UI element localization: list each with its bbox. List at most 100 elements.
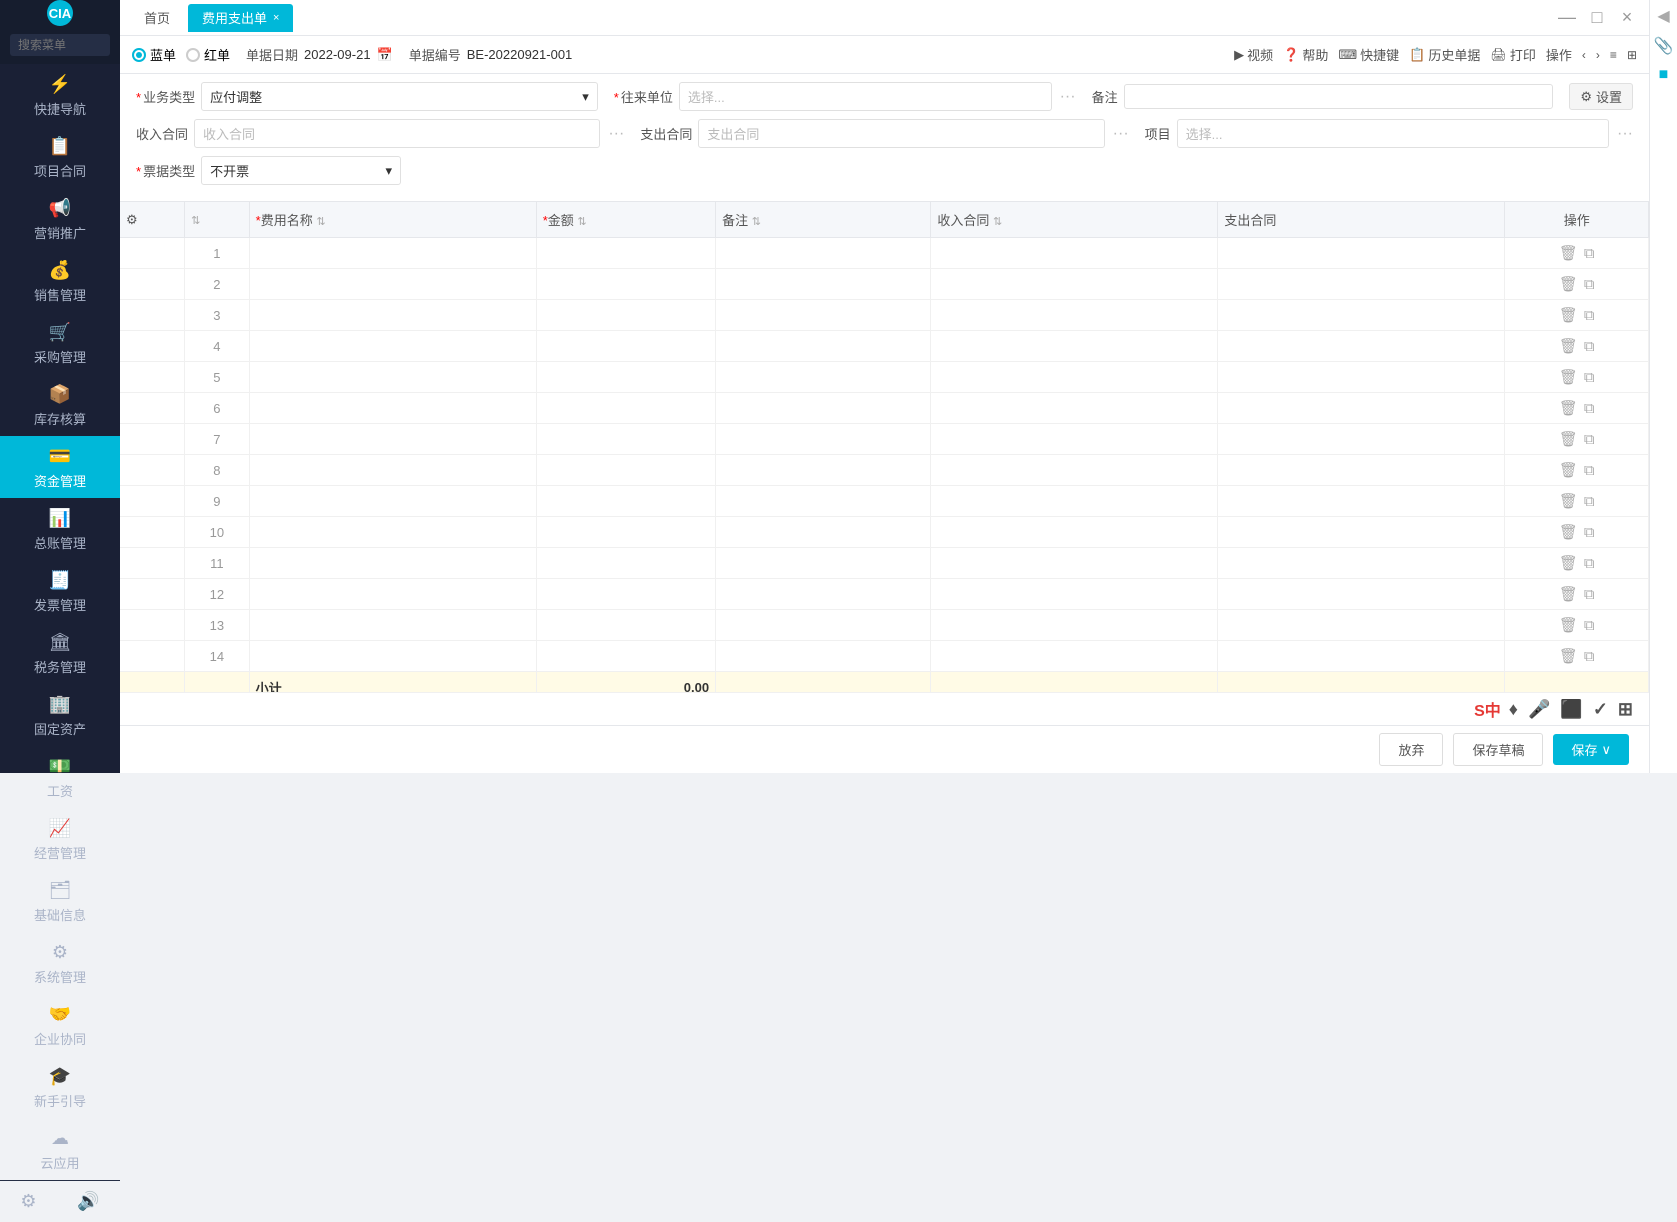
cell-amount[interactable]	[536, 517, 715, 548]
partner-select[interactable]: 选择...	[679, 82, 1052, 111]
sidebar-item-fixed-assets[interactable]: 🏢固定资产	[0, 684, 120, 746]
copy-icon[interactable]: ⧉	[1584, 338, 1595, 355]
settings-icon[interactable]: ⚙	[20, 1191, 36, 1212]
rp-clip-icon[interactable]: 📎	[1654, 36, 1674, 56]
rp-expand-icon[interactable]: ◀	[1657, 6, 1669, 26]
history-btn[interactable]: 📋历史单据	[1409, 45, 1480, 64]
sidebar-item-cloud-apps[interactable]: ☁云应用	[0, 1118, 120, 1180]
col-gear-header[interactable]: ⚙	[120, 202, 185, 238]
copy-icon[interactable]: ⧉	[1584, 617, 1595, 634]
next-btn[interactable]: ›	[1596, 48, 1600, 62]
radio-red[interactable]: 红单	[186, 45, 230, 64]
sidebar-item-corp-collab[interactable]: 🤝企业协同	[0, 994, 120, 1056]
cell-income[interactable]	[931, 579, 1218, 610]
cell-income[interactable]	[931, 300, 1218, 331]
delete-icon[interactable]: 🗑	[1559, 461, 1578, 479]
cell-amount[interactable]	[536, 238, 715, 269]
cell-note[interactable]	[716, 486, 931, 517]
cell-amount[interactable]	[536, 362, 715, 393]
cell-amount[interactable]	[536, 548, 715, 579]
settings-btn[interactable]: ⚙ 设置	[1569, 83, 1633, 110]
cell-expense[interactable]	[1218, 393, 1505, 424]
sidebar-item-accounting[interactable]: 📊总账管理	[0, 498, 120, 560]
cell-income[interactable]	[931, 641, 1218, 672]
sidebar-item-quick-nav[interactable]: ⚡快捷导航	[0, 64, 120, 126]
cell-amount[interactable]	[536, 579, 715, 610]
delete-icon[interactable]: 🗑	[1559, 306, 1578, 324]
cell-expense[interactable]	[1218, 579, 1505, 610]
cell-note[interactable]	[716, 331, 931, 362]
prev-btn[interactable]: ‹	[1582, 48, 1586, 62]
save-button[interactable]: 保存 ∨	[1553, 734, 1629, 765]
search-input[interactable]	[10, 34, 110, 56]
cell-amount[interactable]	[536, 486, 715, 517]
cell-note[interactable]	[716, 362, 931, 393]
sidebar-item-capital-mgmt[interactable]: 💳资金管理	[0, 436, 120, 498]
sidebar-item-purchase-mgmt[interactable]: 🛒采购管理	[0, 312, 120, 374]
delete-icon[interactable]: 🗑	[1559, 647, 1578, 665]
cell-note[interactable]	[716, 610, 931, 641]
shortcut-btn[interactable]: ⌨快捷键	[1338, 45, 1399, 64]
cell-note[interactable]	[716, 424, 931, 455]
sidebar-item-ops-mgmt[interactable]: 📈经营管理	[0, 808, 120, 870]
mic-icon[interactable]: 🎤	[1528, 699, 1550, 720]
cell-expense[interactable]	[1218, 300, 1505, 331]
cell-note[interactable]	[716, 300, 931, 331]
copy-icon[interactable]: ⧉	[1584, 648, 1595, 665]
cell-note[interactable]	[716, 641, 931, 672]
cell-name[interactable]	[249, 269, 536, 300]
radio-blue[interactable]: 蓝单	[132, 45, 176, 64]
expense-contract-more-icon[interactable]: ···	[1113, 125, 1129, 143]
cell-income[interactable]	[931, 610, 1218, 641]
cell-note[interactable]	[716, 269, 931, 300]
cell-note[interactable]	[716, 548, 931, 579]
abandon-button[interactable]: 放弃	[1379, 733, 1443, 766]
print-btn[interactable]: 🖨打印	[1490, 45, 1536, 64]
cell-name[interactable]	[249, 238, 536, 269]
video-btn[interactable]: ▶视频	[1234, 45, 1273, 64]
sidebar-item-base-info[interactable]: 🗂基础信息	[0, 870, 120, 932]
cell-expense[interactable]	[1218, 424, 1505, 455]
window-minimize-icon[interactable]: —	[1555, 6, 1579, 30]
cell-amount[interactable]	[536, 300, 715, 331]
delete-icon[interactable]: 🗑	[1559, 399, 1578, 417]
copy-icon[interactable]: ⧉	[1584, 493, 1595, 510]
invoice-type-select[interactable]: 不开票 ▾	[201, 156, 401, 185]
sidebar-item-inventory[interactable]: 📦库存核算	[0, 374, 120, 436]
delete-icon[interactable]: 🗑	[1559, 368, 1578, 386]
delete-icon[interactable]: 🗑	[1559, 585, 1578, 603]
list-view-btn[interactable]: ≡	[1610, 48, 1617, 62]
cell-income[interactable]	[931, 362, 1218, 393]
save-dropdown-icon[interactable]: ∨	[1601, 742, 1611, 758]
cell-income[interactable]	[931, 393, 1218, 424]
delete-icon[interactable]: 🗑	[1559, 492, 1578, 510]
cell-name[interactable]	[249, 362, 536, 393]
project-more-icon[interactable]: ···	[1617, 125, 1633, 143]
cell-expense[interactable]	[1218, 548, 1505, 579]
cell-note[interactable]	[716, 455, 931, 486]
cell-income[interactable]	[931, 424, 1218, 455]
tab-home[interactable]: 首页	[130, 4, 184, 32]
cell-expense[interactable]	[1218, 238, 1505, 269]
copy-icon[interactable]: ⧉	[1584, 245, 1595, 262]
partner-more-icon[interactable]: ···	[1060, 88, 1076, 106]
cell-expense[interactable]	[1218, 486, 1505, 517]
income-contract-more-icon[interactable]: ···	[608, 125, 624, 143]
copy-icon[interactable]: ⧉	[1584, 431, 1595, 448]
biz-type-select[interactable]: 应付调整 ▾	[201, 82, 598, 111]
sidebar-item-invoice-mgmt[interactable]: 🧾发票管理	[0, 560, 120, 622]
help-btn[interactable]: ❓帮助	[1283, 45, 1328, 64]
cell-income[interactable]	[931, 486, 1218, 517]
calendar-icon[interactable]: 📅	[377, 47, 393, 63]
delete-icon[interactable]: 🗑	[1559, 616, 1578, 634]
cell-expense[interactable]	[1218, 331, 1505, 362]
cell-name[interactable]	[249, 486, 536, 517]
cell-name[interactable]	[249, 331, 536, 362]
remark-input[interactable]	[1124, 84, 1554, 109]
project-select[interactable]: 选择...	[1177, 119, 1609, 148]
cell-name[interactable]	[249, 300, 536, 331]
delete-icon[interactable]: 🗑	[1559, 430, 1578, 448]
cell-name[interactable]	[249, 579, 536, 610]
cell-name[interactable]	[249, 424, 536, 455]
operate-btn[interactable]: 操作	[1546, 45, 1572, 64]
